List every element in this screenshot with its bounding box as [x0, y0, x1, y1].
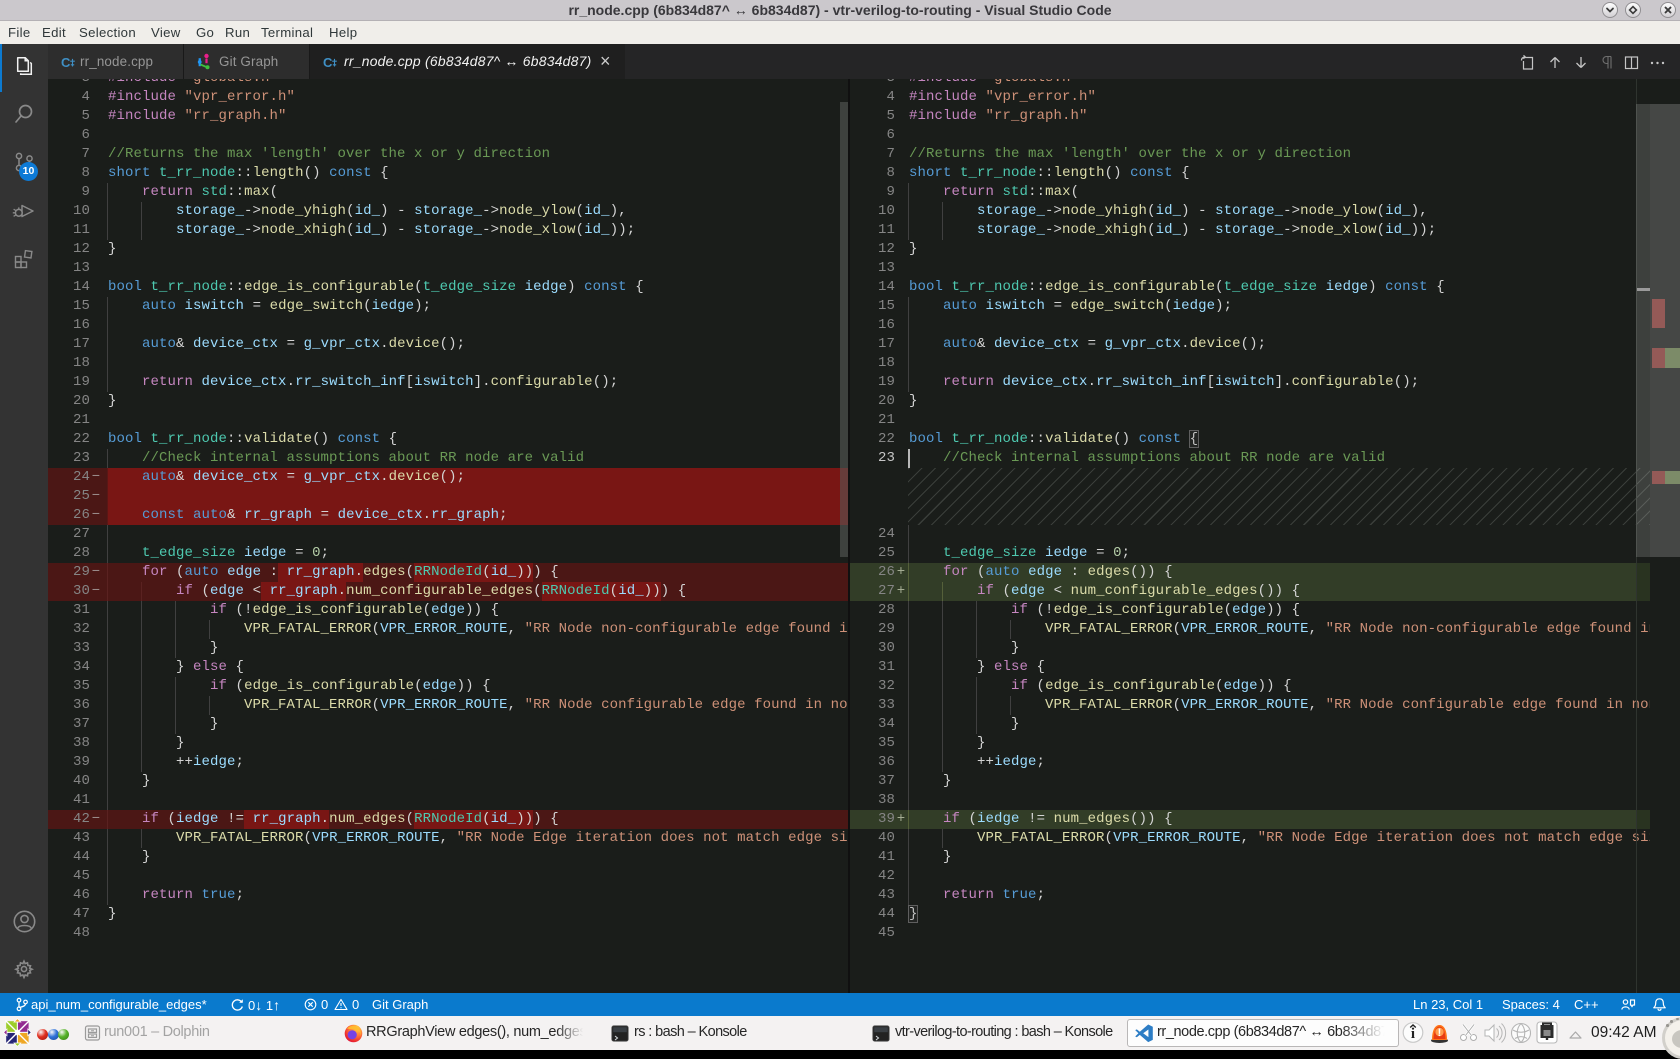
svg-text:C: C: [323, 55, 333, 70]
svg-text:C: C: [61, 55, 71, 70]
svg-text:i: i: [1411, 1026, 1415, 1042]
svg-text:!: !: [1438, 1027, 1442, 1039]
